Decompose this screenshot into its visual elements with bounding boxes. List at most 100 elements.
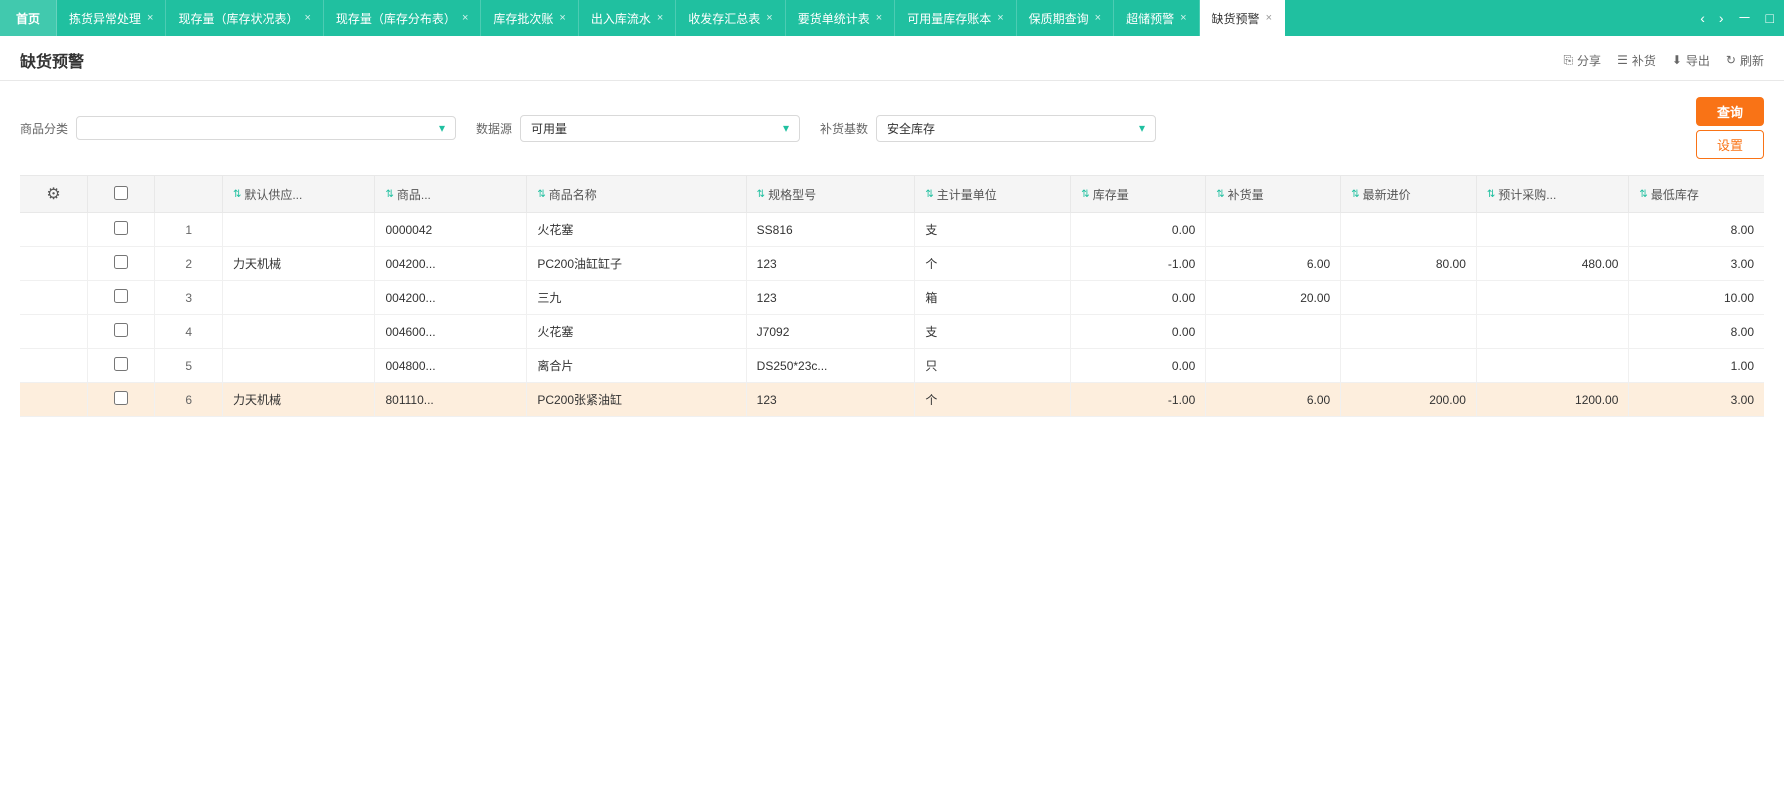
row-purchase-2 (1476, 281, 1629, 315)
row-check-cell-2[interactable] (87, 281, 154, 315)
replenish-base-chevron-icon: ▾ (1139, 121, 1145, 135)
col-header-spec[interactable]: ⇅ 规格型号 (746, 176, 915, 213)
tab-batch-account[interactable]: 库存批次账 × (481, 0, 578, 36)
tab-inventory-dist[interactable]: 现存量（库存分布表）× (324, 0, 481, 36)
tab-shortage-warning[interactable]: 缺货预警 × (1200, 0, 1285, 36)
tab-label-shortage-warning: 缺货预警 (1212, 10, 1260, 27)
tab-order-stats[interactable]: 要货单统计表 × (786, 0, 895, 36)
col-header-name[interactable]: ⇅ 商品名称 (527, 176, 746, 213)
tab-receive-summary[interactable]: 收发存汇总表 × (676, 0, 785, 36)
row-check-cell-0[interactable] (87, 213, 154, 247)
col-header-unit[interactable]: ⇅ 主计量单位 (915, 176, 1071, 213)
tab-home[interactable]: 首页 (0, 0, 57, 36)
share-action[interactable]: ⎘ 分享 (1563, 52, 1601, 69)
category-select[interactable]: ▾ (76, 116, 456, 140)
row-minstock-1: 3.00 (1629, 247, 1764, 281)
row-price-4 (1341, 349, 1477, 383)
row-num-5: 6 (155, 383, 222, 417)
tab-overstock-warning[interactable]: 超储预警× (1114, 0, 1199, 36)
export-action[interactable]: ⬇ 导出 (1672, 52, 1710, 69)
row-check-cell-4[interactable] (87, 349, 154, 383)
col-header-num (155, 176, 222, 213)
sort-minstock-icon: ⇅ (1639, 189, 1647, 200)
row-replenish-3 (1206, 315, 1341, 349)
row-unit-1: 个 (915, 247, 1071, 281)
row-check-cell-5[interactable] (87, 383, 154, 417)
col-header-stock[interactable]: ⇅ 库存量 (1071, 176, 1206, 213)
row-supplier-0 (222, 213, 375, 247)
tab-inventory-status[interactable]: 现存量（库存状况表） × (166, 0, 323, 36)
settings-button[interactable]: 设置 (1696, 130, 1764, 159)
tab-close-shortage-warning[interactable]: × (1266, 12, 1272, 24)
tab-expiry-query[interactable]: 保质期查询× (1017, 0, 1114, 36)
sort-purchase-icon: ⇅ (1487, 189, 1495, 200)
refresh-icon: ↻ (1726, 53, 1736, 67)
tab-label-order-stats: 要货单统计表 (798, 10, 870, 27)
tab-prev-button[interactable]: ‹ (1694, 4, 1711, 32)
datasource-select[interactable]: 可用量 ▾ (520, 115, 800, 142)
tab-close-batch-account[interactable]: × (559, 12, 565, 24)
replenish-base-select[interactable]: 安全库存 ▾ (876, 115, 1156, 142)
col-header-price[interactable]: ⇅ 最新进价 (1341, 176, 1477, 213)
tab-label-inventory-status: 现存量（库存状况表） (178, 10, 298, 27)
tab-next-button[interactable]: › (1713, 4, 1730, 32)
gear-icon[interactable]: ⚙ (46, 186, 60, 203)
row-supplier-4 (222, 349, 375, 383)
page-header: 缺货预警 ⎘ 分享 ☰ 补货 ⬇ 导出 ↻ 刷新 (0, 36, 1784, 81)
tab-available-ledger[interactable]: 可用量库存账本× (895, 0, 1016, 36)
tab-label-batch-account: 库存批次账 (493, 10, 553, 27)
col-header-gear[interactable]: ⚙ (20, 176, 87, 213)
row-checkbox-4[interactable] (114, 357, 128, 371)
row-num-2: 3 (155, 281, 222, 315)
row-checkbox-1[interactable] (114, 255, 128, 269)
replenish-action[interactable]: ☰ 补货 (1617, 52, 1656, 69)
row-purchase-4 (1476, 349, 1629, 383)
col-header-check[interactable] (87, 176, 154, 213)
sort-stock-icon: ⇅ (1081, 189, 1089, 200)
row-checkbox-0[interactable] (114, 221, 128, 235)
row-name-4: 离合片 (527, 349, 746, 383)
tab-close-order-stats[interactable]: × (876, 12, 882, 24)
col-header-code[interactable]: ⇅ 商品... (375, 176, 527, 213)
row-num-4: 5 (155, 349, 222, 383)
select-all-checkbox[interactable] (114, 186, 128, 200)
row-code-2: 004200... (375, 281, 527, 315)
sort-replenish-icon: ⇅ (1216, 189, 1224, 200)
tab-maximize-button[interactable]: □ (1760, 4, 1780, 32)
col-header-purchase[interactable]: ⇅ 预计采购... (1476, 176, 1629, 213)
row-check-cell-3[interactable] (87, 315, 154, 349)
tab-label-inout-flow: 出入库流水 (591, 10, 651, 27)
tab-close-receive-summary[interactable]: × (766, 12, 772, 24)
row-spec-1: 123 (746, 247, 915, 281)
query-button[interactable]: 查询 (1696, 97, 1764, 126)
tab-defect-process[interactable]: 拣货异常处理× (57, 0, 166, 36)
row-checkbox-5[interactable] (114, 391, 128, 405)
tab-inout-flow[interactable]: 出入库流水 × (579, 0, 676, 36)
refresh-action[interactable]: ↻ 刷新 (1726, 52, 1764, 69)
tab-close-inventory-dist[interactable]: × (462, 12, 468, 24)
tab-minimize-button[interactable]: － (1732, 4, 1758, 32)
tab-close-inventory-status[interactable]: × (304, 12, 310, 24)
col-header-minstock[interactable]: ⇅ 最低库存 (1629, 176, 1764, 213)
tab-close-expiry-query[interactable]: × (1095, 12, 1101, 24)
row-checkbox-3[interactable] (114, 323, 128, 337)
row-stock-4: 0.00 (1071, 349, 1206, 383)
tab-close-defect-process[interactable]: × (147, 12, 153, 24)
tab-close-inout-flow[interactable]: × (657, 12, 663, 24)
row-check-cell-1[interactable] (87, 247, 154, 281)
row-num-1: 2 (155, 247, 222, 281)
filter-bar: 商品分类 ▾ 数据源 可用量 ▾ 补货基数 安全库存 ▾ 查询 设置 (0, 81, 1784, 167)
row-code-5: 801110... (375, 383, 527, 417)
tab-close-overstock-warning[interactable]: × (1180, 12, 1186, 24)
replenish-base-label: 补货基数 (820, 120, 868, 137)
row-name-3: 火花塞 (527, 315, 746, 349)
tab-close-available-ledger[interactable]: × (997, 12, 1003, 24)
col-header-replenish[interactable]: ⇅ 补货量 (1206, 176, 1341, 213)
row-supplier-1: 力天机械 (222, 247, 375, 281)
tab-label-receive-summary: 收发存汇总表 (688, 10, 760, 27)
col-header-supplier[interactable]: ⇅ 默认供应... (222, 176, 375, 213)
row-checkbox-2[interactable] (114, 289, 128, 303)
row-unit-0: 支 (915, 213, 1071, 247)
row-spec-2: 123 (746, 281, 915, 315)
share-icon: ⎘ (1563, 53, 1573, 68)
